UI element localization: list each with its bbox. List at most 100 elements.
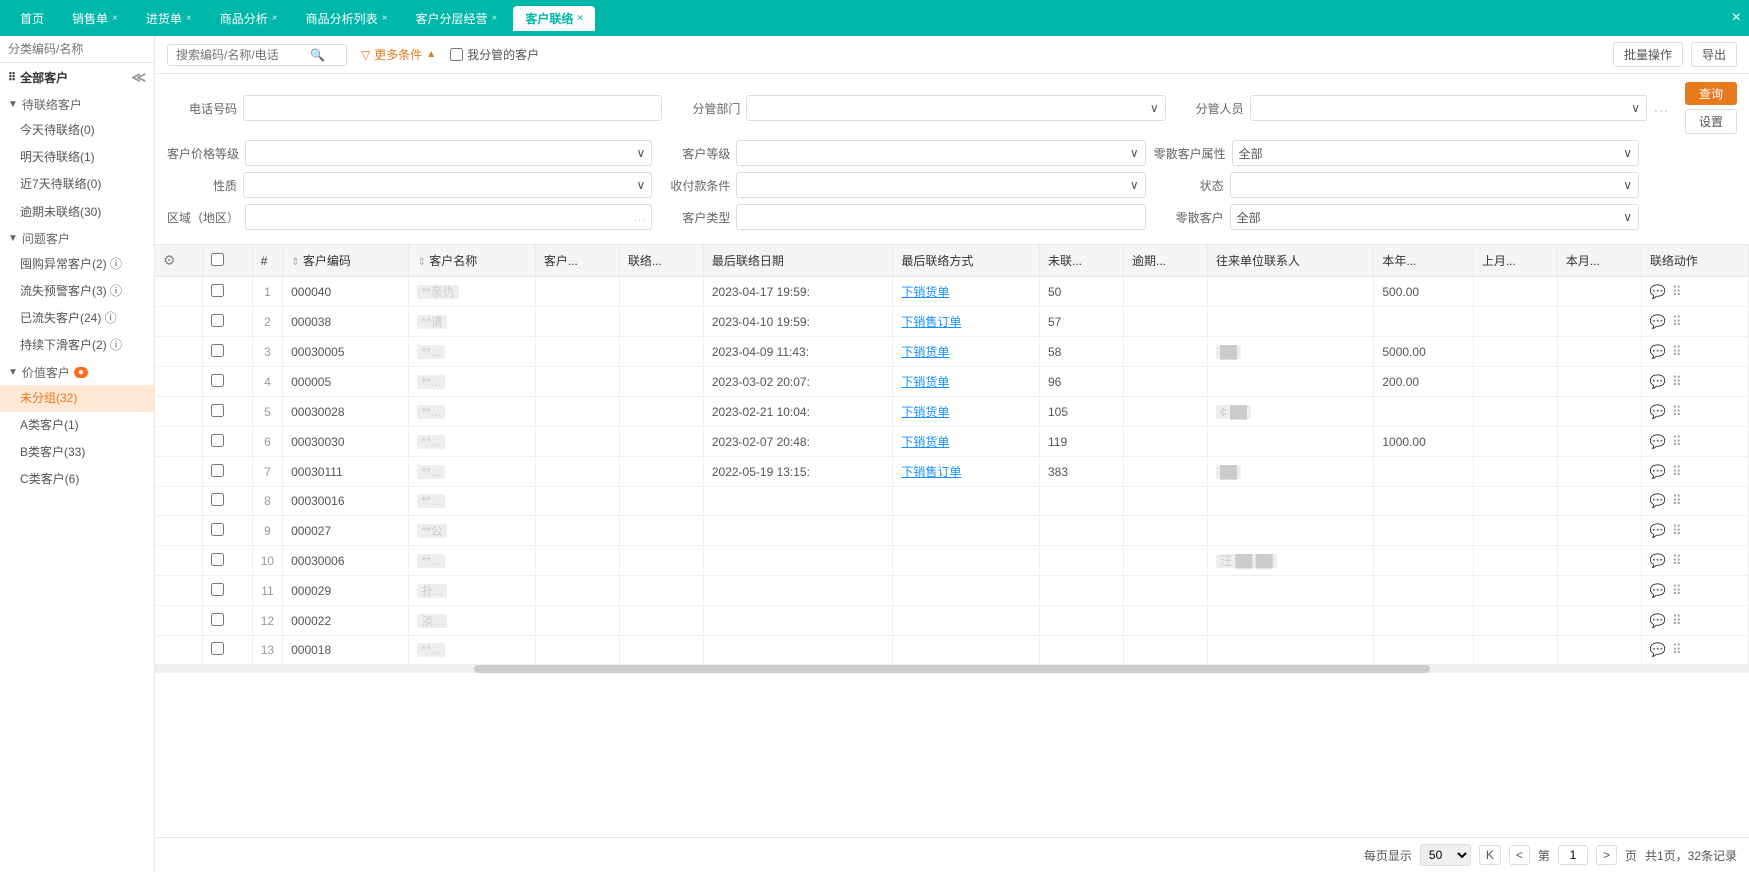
grid-action-icon[interactable]: ⠿: [1672, 344, 1682, 360]
checkbox-cell[interactable]: [203, 427, 252, 457]
sidebar-item-ungroup[interactable]: 未分组(32): [0, 385, 154, 412]
filter-customer-level-select[interactable]: ∨: [736, 140, 1145, 166]
row-checkbox[interactable]: [211, 464, 224, 477]
code-column-header[interactable]: ⇕ 客户编码: [283, 245, 409, 277]
scrollbar-thumb[interactable]: [474, 665, 1430, 673]
contact-way-link[interactable]: 下销售订单: [901, 315, 961, 329]
per-page-select[interactable]: 50 100 200: [1420, 844, 1471, 866]
grid-action-icon[interactable]: ⠿: [1672, 642, 1682, 658]
last-way-cell[interactable]: [893, 606, 1040, 636]
grid-action-icon[interactable]: ⠿: [1672, 404, 1682, 420]
message-icon[interactable]: 💬: [1650, 404, 1666, 420]
last-way-cell[interactable]: 下销货单: [893, 427, 1040, 457]
contact-way-link[interactable]: 下销货单: [901, 435, 949, 449]
checkbox-cell[interactable]: [203, 636, 252, 665]
query-button[interactable]: 查询: [1685, 82, 1737, 105]
message-icon[interactable]: 💬: [1650, 344, 1666, 360]
row-checkbox[interactable]: [211, 642, 224, 655]
nav-tab-customer-segment[interactable]: 客户分层经营 ×: [403, 6, 509, 31]
last-way-cell[interactable]: [893, 487, 1040, 516]
grid-action-icon[interactable]: ⠿: [1672, 434, 1682, 450]
last-way-cell[interactable]: [893, 576, 1040, 606]
row-checkbox[interactable]: [211, 344, 224, 357]
my-customers-check[interactable]: [450, 48, 463, 61]
filter-dept-select[interactable]: ∨: [746, 95, 1165, 121]
grid-action-icon[interactable]: ⠿: [1672, 583, 1682, 599]
more-conditions-button[interactable]: ▽ 更多条件 ▲: [355, 43, 442, 66]
checkbox-cell[interactable]: [203, 606, 252, 636]
filter-retail-select[interactable]: 全部 ∨: [1230, 204, 1639, 230]
message-icon[interactable]: 💬: [1650, 583, 1666, 599]
checkbox-cell[interactable]: [203, 487, 252, 516]
grid-action-icon[interactable]: ⠿: [1672, 314, 1682, 330]
next-page-button[interactable]: >: [1596, 845, 1617, 865]
sidebar-item-tomorrow-pending[interactable]: 明天待联络(1): [0, 144, 154, 171]
grid-action-icon[interactable]: ⠿: [1672, 493, 1682, 509]
filter-nature-select[interactable]: ∨: [243, 172, 652, 198]
last-way-cell[interactable]: 下销售订单: [893, 457, 1040, 487]
last-way-cell[interactable]: 下销货单: [893, 367, 1040, 397]
checkbox-cell[interactable]: [203, 546, 252, 576]
last-way-cell[interactable]: 下销售订单: [893, 307, 1040, 337]
close-all-button[interactable]: ×: [1732, 9, 1741, 27]
contact-way-link[interactable]: 下销货单: [901, 285, 949, 299]
more-icon[interactable]: …: [633, 210, 645, 224]
filter-phone-input[interactable]: [243, 95, 662, 121]
batch-operation-button[interactable]: 批量操作: [1613, 42, 1683, 67]
first-page-button[interactable]: K: [1479, 845, 1501, 865]
row-checkbox[interactable]: [211, 284, 224, 297]
nav-tab-product-analysis[interactable]: 商品分析 ×: [208, 6, 290, 31]
sidebar-item-overdue[interactable]: 逾期未联络(30): [0, 199, 154, 226]
my-customers-checkbox[interactable]: 我分管的客户: [450, 46, 539, 63]
message-icon[interactable]: 💬: [1650, 374, 1666, 390]
filter-retail-attr-select[interactable]: 全部 ∨: [1232, 140, 1639, 166]
grid-action-icon[interactable]: ⠿: [1672, 284, 1682, 300]
sidebar-item-declining[interactable]: 持续下滑客户(2) ⓘ: [0, 332, 154, 359]
close-icon[interactable]: ×: [272, 13, 278, 24]
checkbox-cell[interactable]: [203, 397, 252, 427]
export-button[interactable]: 导出: [1691, 42, 1737, 67]
close-icon[interactable]: ×: [112, 13, 118, 24]
last-way-cell[interactable]: [893, 516, 1040, 546]
page-number-input[interactable]: [1558, 845, 1588, 865]
close-icon[interactable]: ×: [186, 13, 192, 24]
nav-tab-product-list[interactable]: 商品分析列表 ×: [294, 6, 400, 31]
sidebar-item-abnormal[interactable]: 囤购异常客户(2) ⓘ: [0, 251, 154, 278]
sidebar-group-value[interactable]: ▼ 价值客户 ●: [0, 360, 154, 385]
row-checkbox[interactable]: [211, 613, 224, 626]
sidebar-item-class-b[interactable]: B类客户(33): [0, 439, 154, 466]
search-box[interactable]: 🔍: [167, 44, 347, 66]
contact-way-link[interactable]: 下销货单: [901, 345, 949, 359]
message-icon[interactable]: 💬: [1650, 493, 1666, 509]
close-icon[interactable]: ×: [382, 13, 388, 24]
contact-way-link[interactable]: 下销售订单: [901, 465, 961, 479]
grid-action-icon[interactable]: ⠿: [1672, 553, 1682, 569]
prev-page-button[interactable]: <: [1509, 845, 1530, 865]
search-input[interactable]: [176, 48, 306, 62]
message-icon[interactable]: 💬: [1650, 523, 1666, 539]
sidebar-search-input[interactable]: [8, 42, 155, 56]
message-icon[interactable]: 💬: [1650, 642, 1666, 658]
filter-status-select[interactable]: ∨: [1230, 172, 1639, 198]
contact-way-link[interactable]: 下销货单: [901, 375, 949, 389]
horizontal-scrollbar[interactable]: [155, 665, 1749, 673]
nav-tab-customer-contact[interactable]: 客户联络 ×: [513, 6, 595, 31]
filter-customer-type-select[interactable]: [736, 204, 1145, 230]
filter-price-level-select[interactable]: ∨: [245, 140, 652, 166]
row-checkbox[interactable]: [211, 493, 224, 506]
row-checkbox[interactable]: [211, 314, 224, 327]
contact-way-link[interactable]: 下销货单: [901, 405, 949, 419]
message-icon[interactable]: 💬: [1650, 284, 1666, 300]
nav-tab-home[interactable]: 首页: [8, 6, 56, 31]
settings-column-header[interactable]: ⚙: [155, 245, 203, 277]
filter-region-select[interactable]: …: [245, 204, 652, 230]
sidebar-item-7day-pending[interactable]: 近7天待联络(0): [0, 171, 154, 198]
sidebar-item-today-pending[interactable]: 今天待联络(0): [0, 117, 154, 144]
reset-button[interactable]: 设置: [1685, 109, 1737, 134]
grid-action-icon[interactable]: ⠿: [1672, 464, 1682, 480]
filter-manager-select[interactable]: ∨: [1250, 95, 1647, 121]
checkbox-cell[interactable]: [203, 367, 252, 397]
sidebar-group-pending[interactable]: ▼ 待联络客户: [0, 92, 154, 117]
row-checkbox[interactable]: [211, 583, 224, 596]
sidebar-group-problem[interactable]: ▼ 问题客户: [0, 226, 154, 251]
